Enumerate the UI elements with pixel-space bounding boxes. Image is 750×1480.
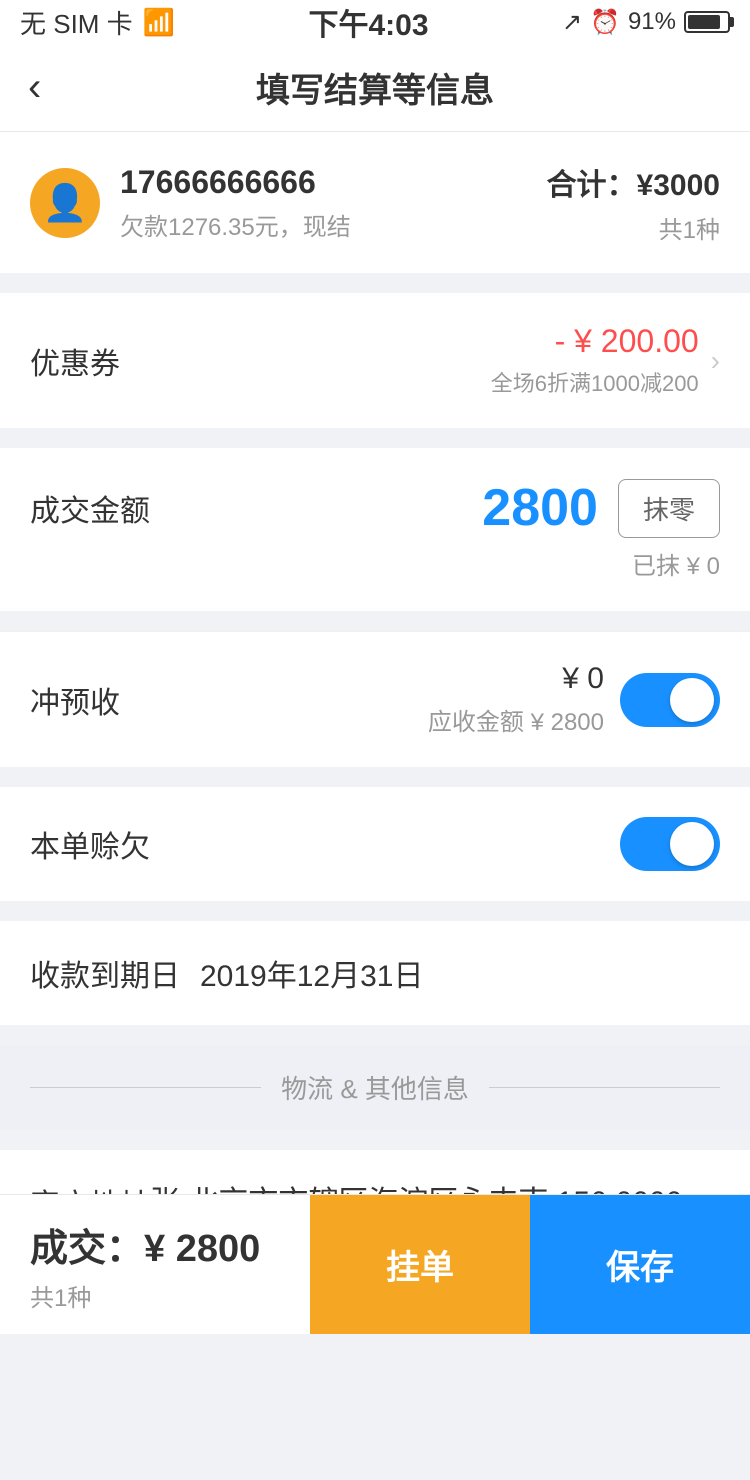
footer: 成交：¥ 2800 共1种 挂单 保存 bbox=[0, 1194, 750, 1334]
footer-deal-amount: ¥ 2800 bbox=[144, 1228, 260, 1270]
deal-amount: 2800 bbox=[482, 478, 598, 538]
alarm-icon: ⏰ bbox=[590, 8, 620, 37]
footer-count: 共1种 bbox=[30, 1278, 280, 1313]
prepay-toggle[interactable] bbox=[620, 673, 720, 727]
coupon-chevron-icon: › bbox=[711, 345, 720, 377]
debt-toggle-knob bbox=[670, 822, 714, 866]
coupon-right: - ¥ 200.00 全场6折满1000减200 › bbox=[491, 323, 720, 398]
due-date-section: 收款到期日 2019年12月31日 bbox=[0, 921, 750, 1025]
divider-line-left bbox=[30, 1087, 261, 1088]
status-right: ↗ ⏰ 91% bbox=[562, 8, 730, 37]
prepay-right: ¥ 0 应收金额 ¥ 2800 bbox=[428, 662, 720, 737]
round-zero-button[interactable]: 抹零 bbox=[618, 479, 720, 538]
status-left: 无 SIM 卡 📶 bbox=[20, 4, 175, 41]
customer-debt: 欠款1276.35元，现结 bbox=[120, 207, 351, 242]
customer-section: 👤 17666666666 欠款1276.35元，现结 合计：¥3000 共1种 bbox=[0, 132, 750, 273]
prepay-amount: ¥ 0 bbox=[428, 662, 604, 696]
customer-info: 17666666666 欠款1276.35元，现结 bbox=[120, 164, 351, 242]
location-icon: ↗ bbox=[562, 8, 582, 37]
page-title: 填写结算等信息 bbox=[256, 63, 494, 112]
coupon-label: 优惠券 bbox=[30, 339, 120, 383]
coupon-section[interactable]: 优惠券 - ¥ 200.00 全场6折满1000减200 › bbox=[0, 293, 750, 428]
carrier-label: 无 SIM 卡 bbox=[20, 4, 133, 41]
total-count: 共1种 bbox=[547, 210, 720, 245]
spacer1 bbox=[0, 767, 750, 787]
footer-deal-prefix: 成交： bbox=[30, 1228, 144, 1270]
pending-button[interactable]: 挂单 bbox=[310, 1195, 530, 1334]
due-date-value: 2019年12月31日 bbox=[200, 951, 423, 995]
footer-deal-label: 成交：¥ 2800 bbox=[30, 1217, 280, 1272]
status-bar: 无 SIM 卡 📶 下午4:03 ↗ ⏰ 91% bbox=[0, 0, 750, 44]
avatar: 👤 bbox=[30, 168, 100, 238]
prepay-label: 冲预收 bbox=[30, 678, 120, 722]
customer-right: 合计：¥3000 共1种 bbox=[547, 160, 720, 245]
divider-text: 物流 & 其他信息 bbox=[281, 1069, 469, 1106]
prepay-sub: 应收金额 ¥ 2800 bbox=[428, 702, 604, 737]
back-button[interactable]: ‹ bbox=[28, 65, 41, 110]
deal-amount-wrap: 2800 抹零 bbox=[482, 478, 720, 538]
footer-info: 成交：¥ 2800 共1种 bbox=[0, 1217, 310, 1313]
due-date-label: 收款到期日 bbox=[30, 951, 180, 995]
debt-label: 本单赊欠 bbox=[30, 822, 150, 866]
bottom-spacer bbox=[0, 1320, 750, 1480]
nav-bar: ‹ 填写结算等信息 bbox=[0, 44, 750, 132]
avatar-icon: 👤 bbox=[43, 182, 88, 224]
deal-sub: 已抹 ¥ 0 bbox=[30, 546, 720, 581]
battery-icon bbox=[684, 11, 730, 33]
status-time: 下午4:03 bbox=[308, 0, 428, 44]
debt-toggle[interactable] bbox=[620, 817, 720, 871]
coupon-amount: - ¥ 200.00 bbox=[491, 323, 699, 360]
logistics-divider: 物流 & 其他信息 bbox=[0, 1045, 750, 1130]
customer-left: 👤 17666666666 欠款1276.35元，现结 bbox=[30, 164, 351, 242]
customer-phone: 17666666666 bbox=[120, 164, 351, 201]
deal-row: 成交金额 2800 抹零 bbox=[30, 478, 720, 538]
prepay-section: 冲预收 ¥ 0 应收金额 ¥ 2800 bbox=[0, 631, 750, 767]
divider-line-right bbox=[489, 1087, 720, 1088]
wifi-icon: 📶 bbox=[143, 7, 175, 38]
coupon-desc: 全场6折满1000减200 bbox=[491, 366, 699, 398]
toggle-knob bbox=[670, 678, 714, 722]
deal-section: 成交金额 2800 抹零 已抹 ¥ 0 bbox=[0, 448, 750, 611]
total-amount: 合计：¥3000 bbox=[547, 160, 720, 204]
save-button[interactable]: 保存 bbox=[530, 1195, 750, 1334]
deal-label: 成交金额 bbox=[30, 486, 150, 530]
debt-section: 本单赊欠 bbox=[0, 787, 750, 901]
prepay-amount-wrap: ¥ 0 应收金额 ¥ 2800 bbox=[428, 662, 604, 737]
battery-percent: 91% bbox=[628, 8, 676, 36]
